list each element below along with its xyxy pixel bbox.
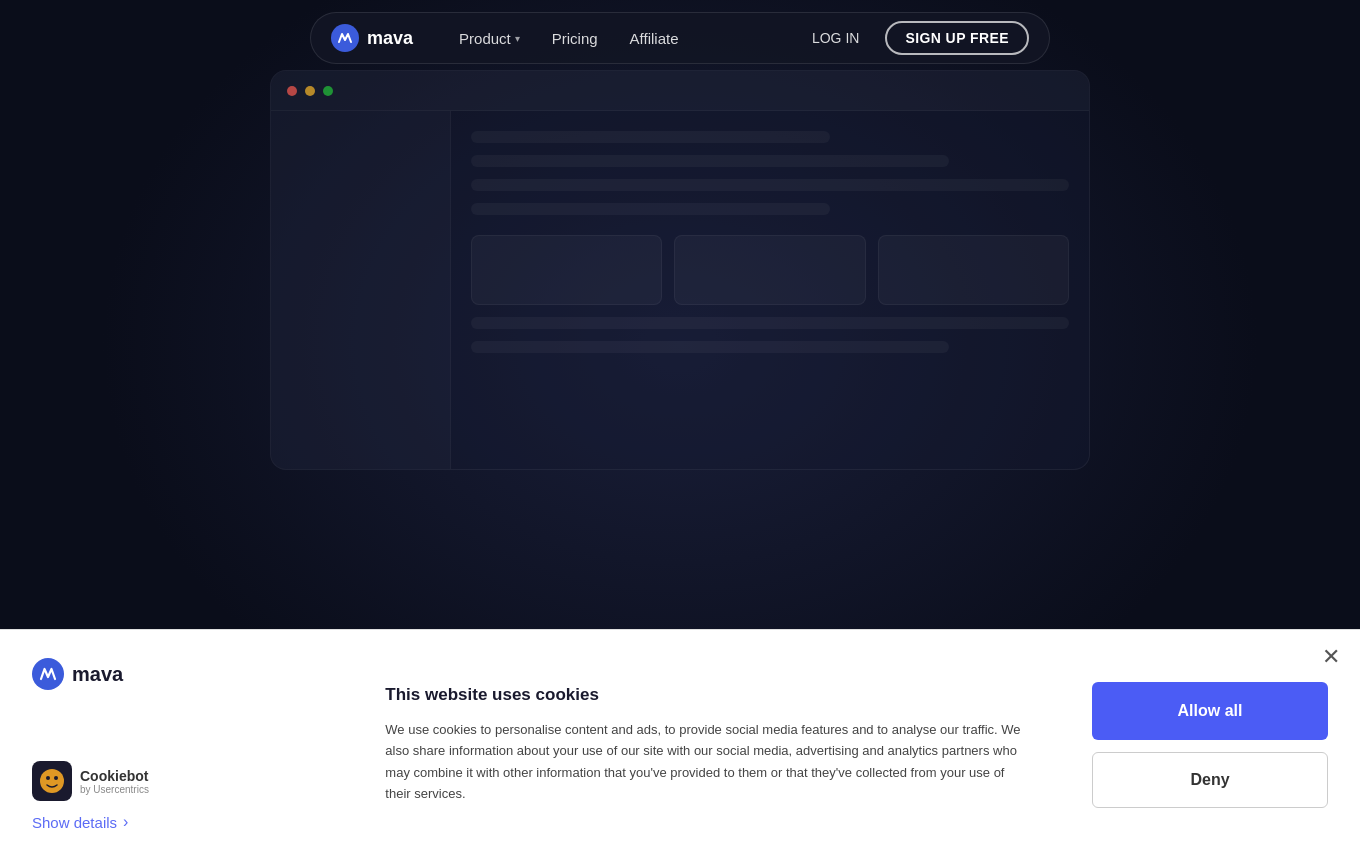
cookiebot-brand-label: Cookiebot — [80, 768, 149, 784]
mockup-body — [271, 111, 1089, 469]
cookie-mava-logo-icon — [32, 658, 64, 690]
cookie-content: This website uses cookies We use cookies… — [385, 630, 1060, 859]
nav-product[interactable]: Product ▾ — [445, 24, 534, 53]
mockup-main — [451, 111, 1089, 469]
cookiebot-logo-icon — [32, 761, 72, 801]
cookie-mava-logo: mava — [32, 658, 353, 690]
mava-logo-icon — [331, 24, 359, 52]
mockup-cards — [471, 235, 1069, 305]
cookiebot-text-block: Cookiebot by Usercentrics — [80, 768, 149, 795]
dot-yellow — [305, 86, 315, 96]
login-button[interactable]: LOG IN — [794, 22, 877, 54]
nav-pricing[interactable]: Pricing — [538, 24, 612, 53]
svg-point-3 — [40, 769, 64, 793]
mockup-topbar — [271, 71, 1089, 111]
mockup-row — [471, 317, 1069, 329]
deny-button[interactable]: Deny — [1092, 752, 1328, 808]
cookie-close-button[interactable]: ✕ — [1322, 646, 1340, 668]
mockup-card — [471, 235, 662, 305]
cookie-title: This website uses cookies — [385, 685, 1028, 705]
nav-actions: LOG IN SIGN UP FREE — [794, 21, 1029, 55]
cookie-banner: ✕ mava Cookiebot by U — [0, 629, 1360, 859]
cookie-mava-wordmark: mava — [72, 663, 123, 686]
mockup-row — [471, 131, 830, 143]
cookiebot-sub-label: by Usercentrics — [80, 784, 149, 795]
chevron-down-icon: ▾ — [515, 33, 520, 44]
nav-logo-text: mava — [367, 28, 413, 49]
dashboard-mockup — [270, 70, 1090, 470]
mockup-row — [471, 155, 949, 167]
allow-all-button[interactable]: Allow all — [1092, 682, 1328, 740]
show-details-link[interactable]: Show details › — [32, 813, 353, 831]
mockup-row — [471, 203, 830, 215]
cookiebot-section: Cookiebot by Usercentrics Show details › — [32, 761, 353, 831]
mockup-row — [471, 341, 949, 353]
nav-links: Product ▾ Pricing Affiliate — [445, 24, 762, 53]
mockup-row — [471, 179, 1069, 191]
cookie-actions: Allow all Deny — [1060, 630, 1360, 859]
mockup-card — [674, 235, 865, 305]
chevron-right-icon: › — [123, 813, 128, 831]
dot-red — [287, 86, 297, 96]
navbar: mava Product ▾ Pricing Affiliate LOG IN … — [310, 12, 1050, 64]
dot-green — [323, 86, 333, 96]
svg-point-5 — [54, 776, 58, 780]
nav-affiliate[interactable]: Affiliate — [616, 24, 693, 53]
svg-point-1 — [32, 658, 64, 690]
svg-point-4 — [46, 776, 50, 780]
mockup-card — [878, 235, 1069, 305]
signup-button[interactable]: SIGN UP FREE — [885, 21, 1029, 55]
mockup-sidebar — [271, 111, 451, 469]
nav-logo[interactable]: mava — [331, 24, 413, 52]
cookie-left-panel: mava Cookiebot by Usercentrics Show det — [0, 630, 385, 859]
cookie-body-text: We use cookies to personalise content an… — [385, 719, 1028, 805]
